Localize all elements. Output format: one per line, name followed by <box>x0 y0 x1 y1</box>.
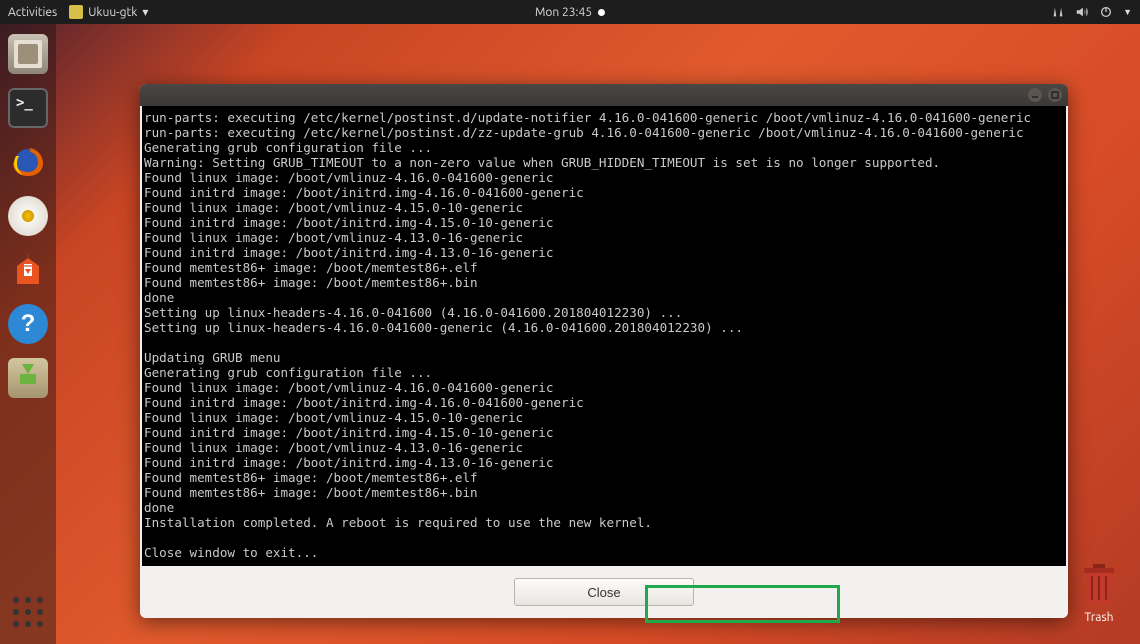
dialog-button-row: Close <box>140 566 1068 618</box>
power-icon[interactable] <box>1099 5 1113 19</box>
activities-button[interactable]: Activities <box>8 6 57 19</box>
trash-desktop-icon[interactable]: Trash <box>1078 560 1120 624</box>
app-menu[interactable]: Ukuu-gtk ▾ <box>69 5 148 19</box>
maximize-button[interactable] <box>1048 88 1062 102</box>
dock-software[interactable] <box>8 250 48 290</box>
dock: ? <box>0 24 56 644</box>
titlebar[interactable] <box>140 84 1068 106</box>
dock-firefox[interactable] <box>8 142 48 182</box>
dock-terminal[interactable] <box>8 88 48 128</box>
ukuu-dialog-window: run-parts: executing /etc/kernel/postins… <box>140 84 1068 618</box>
dock-rhythmbox[interactable] <box>8 196 48 236</box>
trash-label: Trash <box>1078 611 1120 624</box>
notification-dot-icon <box>598 9 605 16</box>
dock-help[interactable]: ? <box>8 304 48 344</box>
network-icon[interactable] <box>1051 5 1065 19</box>
minimize-button[interactable] <box>1028 88 1042 102</box>
close-button[interactable]: Close <box>514 578 694 606</box>
show-applications-button[interactable] <box>10 594 46 630</box>
top-panel: Activities Ukuu-gtk ▾ Mon 23:45 ▼ <box>0 0 1140 24</box>
system-menu-caret-icon[interactable]: ▼ <box>1123 7 1132 17</box>
clock-label: Mon 23:45 <box>535 6 592 19</box>
clock[interactable]: Mon 23:45 <box>535 6 605 19</box>
app-name-label: Ukuu-gtk <box>88 6 137 19</box>
volume-icon[interactable] <box>1075 5 1089 19</box>
dropdown-caret-icon: ▾ <box>142 5 148 19</box>
dock-files[interactable] <box>8 34 48 74</box>
ukuu-app-icon <box>69 5 83 19</box>
terminal-output: run-parts: executing /etc/kernel/postins… <box>142 106 1066 566</box>
dock-downloads[interactable] <box>8 358 48 398</box>
